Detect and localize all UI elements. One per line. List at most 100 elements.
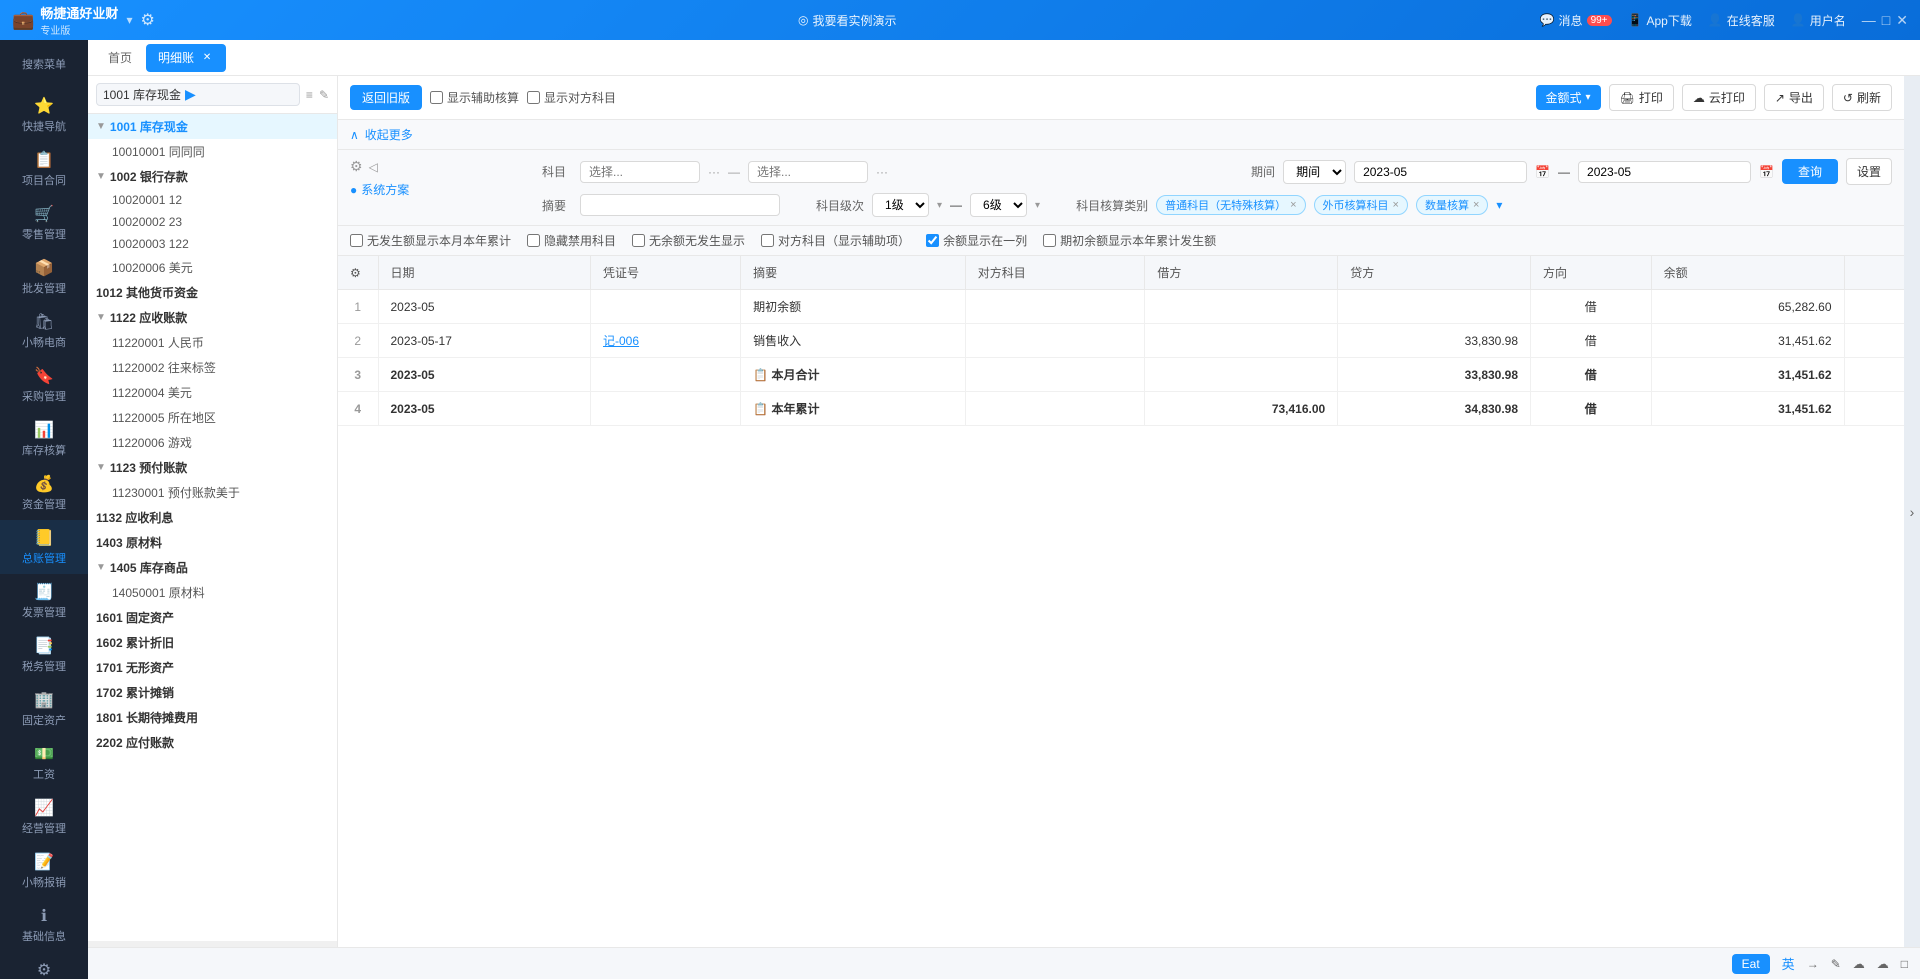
tree-item-11220001[interactable]: 11220001 人民币 <box>88 330 337 355</box>
sidebar-search[interactable]: 搜索菜单 <box>0 48 88 80</box>
show-aux-checkbox[interactable]: 显示辅助核算 <box>430 89 519 106</box>
sidebar-item-invoice[interactable]: 🧾 发票管理 <box>0 574 88 628</box>
tree-item-1001[interactable]: ▼ 1001 库存现金 <box>88 114 337 139</box>
refresh-btn[interactable]: ↺ 刷新 <box>1832 84 1892 111</box>
online-service-action[interactable]: 👤 在线客服 <box>1708 12 1775 29</box>
sidebar-item-project[interactable]: 📋 项目合同 <box>0 142 88 196</box>
cb-balance-one-col[interactable]: 余额显示在一列 <box>926 232 1027 249</box>
tree-item-11220004[interactable]: 11220004 美元 <box>88 380 337 405</box>
tag-quantity-close[interactable]: × <box>1473 199 1479 211</box>
tree-item-1702[interactable]: 1702 累计摊销 <box>88 680 337 705</box>
print-btn[interactable]: 🖨 打印 <box>1609 84 1674 111</box>
tag-foreign-close[interactable]: × <box>1393 199 1399 211</box>
cloud-print-btn[interactable]: ☁ 云打印 <box>1682 84 1756 111</box>
dropdown-arrow-icon[interactable]: ▾ <box>126 13 132 27</box>
sidebar-item-basic[interactable]: ℹ 基础信息 <box>0 898 88 952</box>
app-download-action[interactable]: 📱 App下载 <box>1628 12 1692 29</box>
tree-item-1801[interactable]: 1801 长期待摊费用 <box>88 705 337 730</box>
tab-home[interactable]: 首页 <box>96 44 144 72</box>
row-voucher-2[interactable]: 记-006 <box>591 324 741 358</box>
period-end-input[interactable] <box>1578 161 1751 183</box>
tree-item-11220002[interactable]: 11220002 往来标签 <box>88 355 337 380</box>
filter-settings-btn[interactable]: 设置 <box>1846 158 1892 185</box>
tree-item-1602[interactable]: 1602 累计折旧 <box>88 630 337 655</box>
tree-item-11220005[interactable]: 11220005 所在地区 <box>88 405 337 430</box>
status-expand-icon[interactable]: □ <box>1901 957 1908 971</box>
tree-item-10020006[interactable]: 10020006 美元 <box>88 255 337 280</box>
sidebar-item-retail[interactable]: 🛒 零售管理 <box>0 196 88 250</box>
cb-hide-disabled[interactable]: 隐藏禁用科目 <box>527 232 616 249</box>
return-old-btn[interactable]: 返回旧版 <box>350 85 422 110</box>
tree-item-14050001[interactable]: 14050001 原材料 <box>88 580 337 605</box>
sidebar-item-business[interactable]: 📈 经营管理 <box>0 790 88 844</box>
eat-btn[interactable]: Eat <box>1732 954 1770 974</box>
close-icon[interactable]: ✕ <box>1896 12 1908 29</box>
tree-item-1122[interactable]: ▼ 1122 应收账款 <box>88 305 337 330</box>
sidebar-item-wholesale[interactable]: 📦 批发管理 <box>0 250 88 304</box>
message-action[interactable]: 💬 消息 99+ <box>1540 12 1612 29</box>
show-contra-checkbox[interactable]: 显示对方科目 <box>527 89 616 106</box>
tree-item-1002[interactable]: ▼ 1002 银行存款 <box>88 164 337 189</box>
tree-item-1701[interactable]: 1701 无形资产 <box>88 655 337 680</box>
sidebar-item-ledger[interactable]: 📒 总账管理 <box>0 520 88 574</box>
filter-settings-icon[interactable]: ⚙ <box>350 158 363 175</box>
tree-item-1012[interactable]: 1012 其他货币资金 <box>88 280 337 305</box>
cb-contra[interactable]: 对方科目（显示辅助项） <box>761 232 910 249</box>
status-cloud2-icon[interactable]: ☁ <box>1877 957 1889 971</box>
calendar-icon-start[interactable]: 📅 <box>1535 165 1550 179</box>
tree-item-1132[interactable]: 1132 应收利息 <box>88 505 337 530</box>
th-settings-icon[interactable]: ⚙ <box>350 266 361 280</box>
account-input-end[interactable] <box>748 161 868 183</box>
sidebar-item-inventory[interactable]: 📊 库存核算 <box>0 412 88 466</box>
sidebar-item-capital[interactable]: 💰 资金管理 <box>0 466 88 520</box>
minimize-icon[interactable]: — <box>1862 12 1876 29</box>
account-selector-arrow-icon[interactable]: ▶ <box>185 86 196 103</box>
tab-detail-close[interactable]: ✕ <box>200 51 214 65</box>
cb-no-balance2[interactable]: 无余额无发生显示 <box>632 232 745 249</box>
tree-item-1601[interactable]: 1601 固定资产 <box>88 605 337 630</box>
tree-item-11220006[interactable]: 11220006 游戏 <box>88 430 337 455</box>
sidebar-item-ecommerce[interactable]: 🛍 小畅电商 <box>0 304 88 358</box>
level-end-select[interactable]: 6级 <box>970 193 1027 217</box>
settings-icon[interactable]: ⚙ <box>140 10 154 30</box>
tag-foreign[interactable]: 外币核算科目 × <box>1314 195 1408 215</box>
cb-period-balance[interactable]: 期初余额显示本年累计发生额 <box>1043 232 1216 249</box>
sidebar-item-tax[interactable]: 📑 税务管理 <box>0 628 88 682</box>
calendar-icon-end[interactable]: 📅 <box>1759 165 1774 179</box>
voucher-link-2[interactable]: 记-006 <box>603 334 639 348</box>
tree-item-11230001[interactable]: 11230001 预付账款美于 <box>88 480 337 505</box>
status-lang-icon[interactable]: 英 <box>1782 954 1795 973</box>
sidebar-item-assets[interactable]: 🏢 固定资产 <box>0 682 88 736</box>
sidebar-item-salary[interactable]: 💵 工资 <box>0 736 88 790</box>
tree-item-1403[interactable]: 1403 原材料 <box>88 530 337 555</box>
export-btn[interactable]: ↗ 导出 <box>1764 84 1824 111</box>
level-start-select[interactable]: 1级 <box>872 193 929 217</box>
sidebar-item-system[interactable]: ⚙ 系统管理 <box>0 952 88 979</box>
filter-toggle[interactable]: ∧ 收起更多 <box>338 120 1904 150</box>
panel-edit-icon[interactable]: ✎ <box>319 88 329 102</box>
sidebar-item-purchase[interactable]: 🔖 采购管理 <box>0 358 88 412</box>
format-btn[interactable]: 金额式 ▾ <box>1536 85 1601 110</box>
sidebar-item-report[interactable]: 📝 小畅报销 <box>0 844 88 898</box>
account-selector[interactable]: 1001 库存现金 ▶ <box>96 83 300 106</box>
tag-quantity[interactable]: 数量核算 × <box>1416 195 1488 215</box>
th-settings[interactable]: ⚙ <box>338 256 378 290</box>
status-arrow-icon[interactable]: → <box>1807 957 1819 971</box>
period-type-select[interactable]: 期间 <box>1283 160 1346 184</box>
demo-link[interactable]: ◎ 我要看实例演示 <box>798 12 897 29</box>
account-input-start[interactable] <box>580 161 700 183</box>
maximize-icon[interactable]: □ <box>1882 12 1890 29</box>
tree-item-10020001[interactable]: 10020001 12 <box>88 189 337 211</box>
tree-item-10020002[interactable]: 10020002 23 <box>88 211 337 233</box>
tree-item-1405[interactable]: ▼ 1405 库存商品 <box>88 555 337 580</box>
sidebar-item-quick-nav[interactable]: ⭐ 快捷导航 <box>0 88 88 142</box>
tag-normal-close[interactable]: × <box>1290 199 1296 211</box>
query-btn[interactable]: 查询 <box>1782 159 1838 184</box>
tree-item-10010001[interactable]: 10010001 同同同 <box>88 139 337 164</box>
tree-item-1123[interactable]: ▼ 1123 预付账款 <box>88 455 337 480</box>
panel-list-icon[interactable]: ≡ <box>306 88 313 102</box>
more-dropdown-icon[interactable]: ▾ <box>1496 198 1502 212</box>
filter-icon-btn[interactable]: ◁ <box>369 160 378 174</box>
scheme-btn[interactable]: ● 系统方案 <box>350 181 530 198</box>
period-start-input[interactable] <box>1354 161 1527 183</box>
